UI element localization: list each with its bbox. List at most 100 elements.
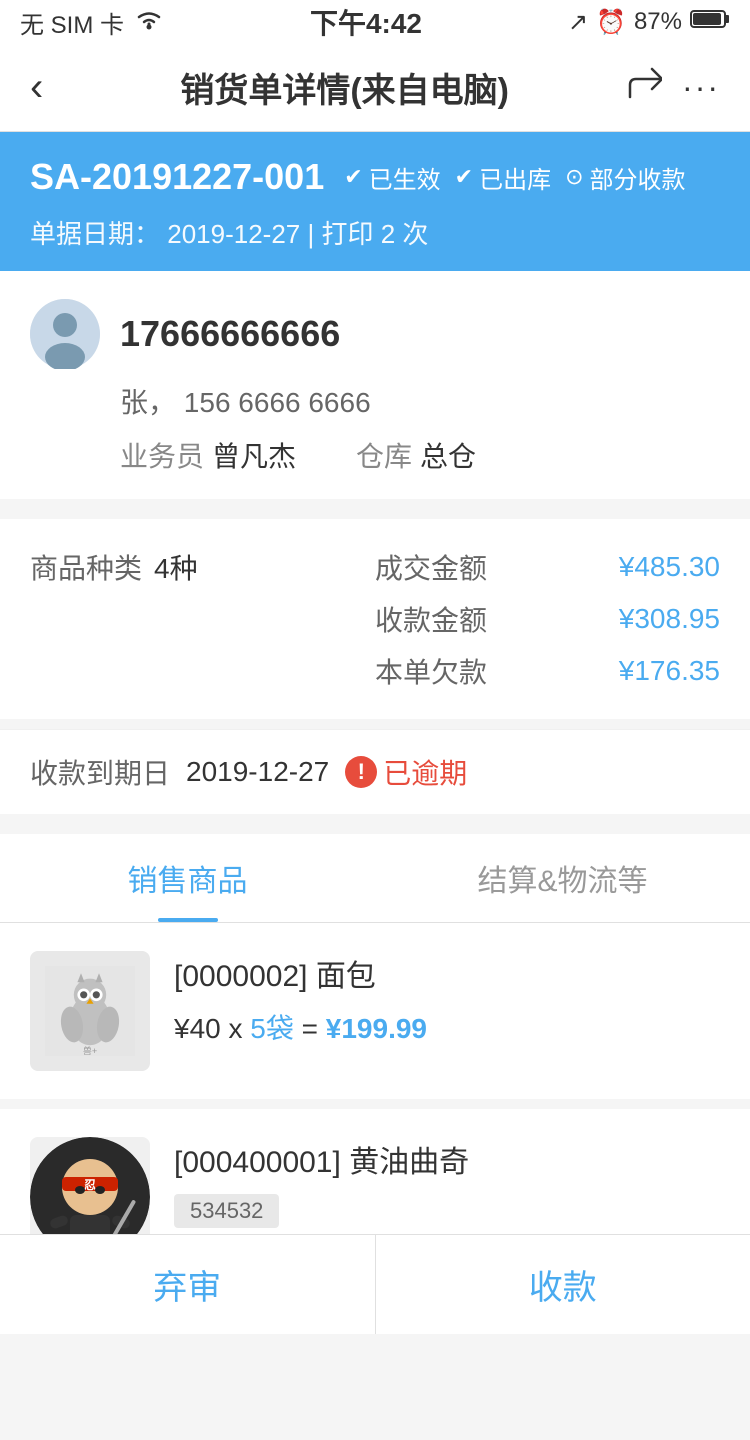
customer-meta: 业务员 曾凡杰 仓库 总仓 — [30, 435, 720, 475]
tab-sales-products[interactable]: 销售商品 — [0, 834, 375, 922]
header-date: 2019-12-27 — [167, 219, 300, 249]
svg-text:兽+: 兽+ — [83, 1045, 97, 1056]
price-total-1: ¥199.99 — [326, 1013, 427, 1044]
customer-account-id: 17666666666 — [120, 313, 340, 355]
sales-rep-value: 曾凡杰 — [212, 435, 296, 475]
product-price-1: ¥40 x 5袋 = ¥199.99 — [174, 1007, 720, 1047]
product-name-1: [0000002] 面包 — [174, 951, 720, 995]
due-date-label: 收款到期日 — [30, 752, 170, 792]
product-types-item: 商品种类 4种 — [30, 547, 375, 587]
owed-label: 本单欠款 — [375, 651, 487, 691]
cancel-review-label: 弃审 — [153, 1260, 221, 1309]
warehouse-value: 总仓 — [420, 435, 476, 475]
due-date-value: 2019-12-27 — [186, 756, 329, 788]
status-tags: ✔ 已生效 ✔ 已出库 ⊙ 部分收款 — [344, 160, 685, 195]
product-thumb-1: 兽+ — [30, 951, 150, 1071]
status-bar: 无 SIM 卡 下午4:42 ↗ ⏰ 87% — [0, 0, 750, 44]
date-label: 单据日期： — [30, 219, 160, 249]
tab-settlement[interactable]: 结算&物流等 — [375, 834, 750, 922]
status-shipped-label: 已出库 — [479, 160, 551, 195]
divider-2 — [0, 824, 750, 834]
product-types-label: 商品种类 — [30, 547, 142, 587]
page-title: 销货单详情(来自电脑) — [63, 63, 626, 112]
product-sku-row: 534532 — [174, 1193, 720, 1240]
share-icon[interactable] — [626, 65, 662, 110]
collected-value: ¥308.95 — [619, 603, 720, 635]
banner-row1: SA-20191227-001 ✔ 已生效 ✔ 已出库 ⊙ 部分收款 — [30, 156, 720, 198]
order-id: SA-20191227-001 — [30, 156, 324, 198]
battery-level: 87% — [634, 8, 682, 36]
product-image-1: 兽+ — [30, 951, 150, 1071]
product-code-1: [0000002] — [174, 960, 307, 993]
tabs-section: 销售商品 结算&物流等 — [0, 834, 750, 923]
status-time: 下午4:42 — [310, 2, 422, 42]
sim-status: 无 SIM 卡 — [20, 5, 124, 40]
collected-row: 收款金额 ¥308.95 — [375, 599, 720, 639]
tabs-row: 销售商品 结算&物流等 — [0, 834, 750, 923]
product-title-2: 黄油曲奇 — [349, 1146, 469, 1179]
header-banner: SA-20191227-001 ✔ 已生效 ✔ 已出库 ⊙ 部分收款 单据日期：… — [0, 132, 750, 271]
print-count: 2 — [381, 219, 395, 249]
collect-payment-label: 收款 — [529, 1260, 597, 1309]
deal-amount-value: ¥485.30 — [619, 551, 720, 583]
status-partial-label: 部分收款 — [590, 160, 686, 195]
more-icon[interactable]: ··· — [682, 69, 720, 106]
status-tag-effective: ✔ 已生效 — [344, 160, 440, 195]
price-base-1: ¥40 x — [174, 1013, 250, 1044]
stats-right: 成交金额 ¥485.30 收款金额 ¥308.95 本单欠款 ¥176.35 — [375, 547, 720, 691]
alarm-icon: ⏰ — [596, 8, 626, 37]
deal-amount-label: 成交金额 — [375, 547, 487, 587]
check-icon-effective: ✔ — [344, 164, 362, 190]
product-title-1: 面包 — [316, 960, 376, 993]
product-info-1: [0000002] 面包 ¥40 x 5袋 = ¥199.99 — [174, 951, 720, 1047]
cancel-review-button[interactable]: 弃审 — [0, 1235, 376, 1334]
pipe-separator: | — [307, 219, 321, 249]
bottom-spacer — [0, 1330, 750, 1440]
back-button[interactable]: ‹ — [30, 65, 63, 110]
product-sku-2: 534532 — [174, 1194, 279, 1228]
status-right: ↗ ⏰ 87% — [568, 8, 730, 37]
product-types-count: 4种 — [154, 547, 198, 587]
customer-name: 张， — [120, 387, 176, 418]
overdue-text: 已逾期 — [383, 752, 467, 792]
stats-left: 商品种类 4种 — [30, 547, 375, 587]
status-left: 无 SIM 卡 — [20, 5, 164, 40]
divider-1 — [0, 509, 750, 519]
wifi-icon — [134, 8, 164, 37]
location-icon: ↗ — [568, 8, 588, 37]
collect-payment-button[interactable]: 收款 — [376, 1235, 750, 1334]
table-row: 兽+ [0000002] 面包 ¥40 x 5袋 = ¥199.99 — [0, 923, 750, 1099]
bottom-bar: 弃审 收款 — [0, 1234, 750, 1334]
product-name-2: [000400001] 黄油曲奇 — [174, 1137, 720, 1181]
tab-settlement-label: 结算&物流等 — [477, 856, 647, 900]
status-tag-partial: ⊙ 部分收款 — [565, 160, 685, 195]
svg-text:忍: 忍 — [84, 1178, 96, 1192]
banner-date-row: 单据日期： 2019-12-27 | 打印 2 次 — [30, 214, 720, 251]
nav-bar: ‹ 销货单详情(来自电脑) ··· — [0, 44, 750, 132]
overdue-badge: ! 已逾期 — [345, 752, 467, 792]
avatar — [30, 299, 100, 369]
product-code-2: [000400001] — [174, 1146, 341, 1179]
owed-value: ¥176.35 — [619, 655, 720, 687]
price-eq-1: = — [302, 1013, 326, 1044]
customer-section: 17666666666 张， 156 6666 6666 业务员 曾凡杰 仓库 … — [0, 271, 750, 499]
overdue-warning-icon: ! — [345, 756, 377, 788]
due-date-section: 收款到期日 2019-12-27 ! 已逾期 — [0, 729, 750, 814]
print-unit: 次 — [402, 219, 428, 249]
customer-detail: 张， 156 6666 6666 — [30, 381, 720, 421]
status-tag-shipped: ✔ 已出库 — [455, 160, 551, 195]
warehouse-label: 仓库 — [356, 435, 412, 475]
sales-rep-label: 业务员 — [120, 435, 204, 475]
check-icon-shipped: ✔ — [455, 164, 473, 190]
deal-amount-row: 成交金额 ¥485.30 — [375, 547, 720, 587]
collected-label: 收款金额 — [375, 599, 487, 639]
print-label: 打印 — [321, 219, 373, 249]
owed-row: 本单欠款 ¥176.35 — [375, 651, 720, 691]
tab-sales-label: 销售商品 — [128, 856, 248, 900]
price-qty-1: 5袋 — [250, 1013, 294, 1044]
stats-section: 商品种类 4种 成交金额 ¥485.30 收款金额 ¥308.95 本单欠款 ¥… — [0, 519, 750, 719]
customer-row: 17666666666 — [30, 299, 720, 369]
customer-phone: 156 6666 6666 — [184, 387, 371, 418]
nav-actions: ··· — [626, 65, 720, 110]
clock-icon: ⊙ — [565, 164, 583, 190]
